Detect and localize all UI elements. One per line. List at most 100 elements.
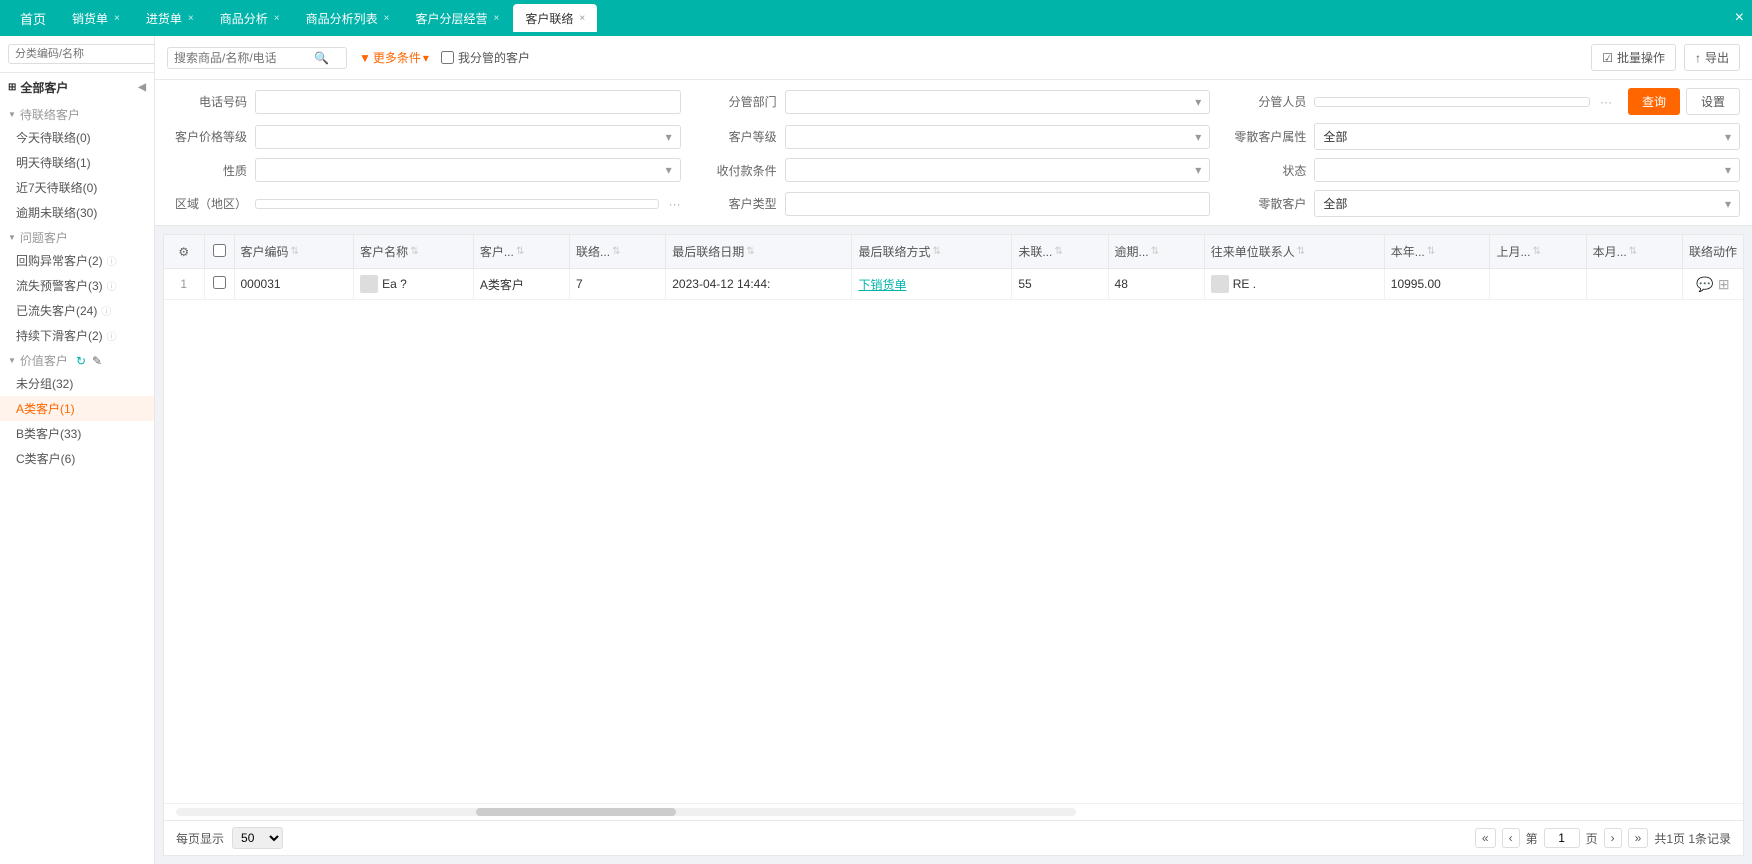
cell-check[interactable] xyxy=(204,269,234,300)
th-current-month[interactable]: 本月... ⇅ xyxy=(1586,235,1682,269)
filter-select-customer-tier[interactable]: ▾ xyxy=(785,125,1211,149)
filter-label-price-tier: 客户价格等级 xyxy=(167,128,247,145)
th-contact-count[interactable]: 联络... ⇅ xyxy=(570,235,666,269)
filter-input-customer-type[interactable] xyxy=(785,192,1211,216)
sidebar-item-7day-pending[interactable]: 近7天待联络(0) xyxy=(0,175,154,200)
th-current-year-label: 本年... xyxy=(1391,243,1425,260)
th-checkbox[interactable] xyxy=(204,235,234,269)
qr-icon[interactable]: ⊞ xyxy=(1718,276,1730,293)
th-name[interactable]: 客户名称 ⇅ xyxy=(354,235,474,269)
page-number-input[interactable] xyxy=(1544,828,1580,848)
chat-icon[interactable]: 💬 xyxy=(1696,276,1713,293)
filter-label-status: 状态 xyxy=(1226,162,1306,179)
filter-row-retail-customer: 零散客户 全部 ▾ xyxy=(1226,190,1740,217)
row-checkbox[interactable] xyxy=(213,276,226,289)
batch-operation-button[interactable]: ☑ 批量操作 xyxy=(1591,44,1676,71)
th-gear[interactable]: ⚙ xyxy=(164,235,204,269)
nav-tab-sales[interactable]: 销货单 × xyxy=(60,4,132,32)
sidebar-item-c-class[interactable]: C类客户(6) xyxy=(0,446,154,471)
edit-group-icon[interactable]: ✎ xyxy=(92,354,102,368)
filter-select-price-tier[interactable]: ▾ xyxy=(255,125,681,149)
sidebar-item-churned[interactable]: 已流失客户(24) ⓘ xyxy=(0,298,154,323)
nav-tab-customer-tier-label: 客户分层经营 xyxy=(415,10,487,27)
filter-search-icon[interactable]: 🔍 xyxy=(314,51,329,65)
chevron-down-icon3: ▾ xyxy=(1195,130,1201,144)
prev-page-button[interactable]: ‹ xyxy=(1502,828,1520,848)
nav-close-all-button[interactable]: × xyxy=(1735,9,1744,27)
sidebar-search-input[interactable] xyxy=(8,44,155,64)
cell-last-contact-method[interactable]: 下销货单 xyxy=(852,269,1012,300)
sidebar-item-repurchase-abnormal[interactable]: 回购异常客户(2) ⓘ xyxy=(0,248,154,273)
cell-contact-count: 7 xyxy=(570,269,666,300)
th-contact-person[interactable]: 往来单位联系人 ⇅ xyxy=(1204,235,1384,269)
scrollbar-area[interactable] xyxy=(164,803,1743,820)
th-code[interactable]: 客户编码 ⇅ xyxy=(234,235,354,269)
sidebar-item-b-class[interactable]: B类客户(33) xyxy=(0,421,154,446)
per-page-select[interactable]: 50 100 200 xyxy=(232,827,283,849)
row-last-contact-method-link[interactable]: 下销货单 xyxy=(858,278,906,292)
nav-tab-product-analysis[interactable]: 商品分析 × xyxy=(208,4,292,32)
info-icon-churned: ⓘ xyxy=(101,303,111,318)
sidebar-item-declining[interactable]: 持续下滑客户(2) ⓘ xyxy=(0,323,154,348)
filter-label-phone: 电话号码 xyxy=(167,93,247,110)
th-actions: 联络动作 xyxy=(1682,235,1743,269)
export-button[interactable]: ↑ 导出 xyxy=(1684,44,1740,71)
select-all-checkbox[interactable] xyxy=(213,244,226,257)
filter-select-payment[interactable]: ▾ xyxy=(785,158,1211,182)
refresh-icon[interactable]: ↻ xyxy=(76,354,86,368)
nav-home-tab[interactable]: 首页 xyxy=(8,9,58,28)
last-page-button[interactable]: » xyxy=(1628,828,1649,848)
filter-search-input[interactable] xyxy=(174,51,314,65)
nav-tab-customer-tier[interactable]: 客户分层经营 × xyxy=(403,4,511,32)
horizontal-scrollbar-track[interactable] xyxy=(176,808,1076,816)
nav-tab-product-analysis-close[interactable]: × xyxy=(274,13,280,24)
my-customer-checkbox[interactable] xyxy=(441,51,454,64)
nav-tab-sales-close[interactable]: × xyxy=(114,13,120,24)
th-last-contact-method[interactable]: 最后联络方式 ⇅ xyxy=(852,235,1012,269)
th-last-month[interactable]: 上月... ⇅ xyxy=(1490,235,1586,269)
nav-tab-product-analysis-list[interactable]: 商品分析列表 × xyxy=(294,4,402,32)
sidebar-item-tomorrow-pending[interactable]: 明天待联络(1) xyxy=(0,150,154,175)
th-overdue-label: 逾期... xyxy=(1115,243,1149,260)
more-filter-button[interactable]: ▼ 更多条件 ▾ xyxy=(359,49,429,66)
sidebar-item-today-pending-label: 今天待联络(0) xyxy=(16,129,91,146)
filter-dots-region[interactable]: ··· xyxy=(669,197,681,211)
filter-select-retail-customer[interactable]: 全部 ▾ xyxy=(1314,190,1740,217)
nav-tab-customer-tier-close[interactable]: × xyxy=(493,13,499,24)
nav-tab-customer-contact[interactable]: 客户联络 × xyxy=(513,4,597,32)
filter-select-region[interactable] xyxy=(255,199,659,209)
filter-select-nature[interactable]: ▾ xyxy=(255,158,681,182)
customer-table: ⚙ 客户编码 ⇅ xyxy=(164,235,1743,300)
sidebar-item-today-pending[interactable]: 今天待联络(0) xyxy=(0,125,154,150)
filter-select-dept[interactable]: ▾ xyxy=(785,90,1211,114)
horizontal-scrollbar-thumb[interactable] xyxy=(476,808,676,816)
nav-tab-customer-contact-close[interactable]: × xyxy=(579,13,585,24)
sidebar-item-unclassified[interactable]: 未分组(32) xyxy=(0,371,154,396)
th-current-year[interactable]: 本年... ⇅ xyxy=(1384,235,1490,269)
nav-tab-purchase[interactable]: 进货单 × xyxy=(134,4,206,32)
sidebar-collapse-button[interactable]: ◀ xyxy=(138,82,146,93)
gear-icon[interactable]: ⚙ xyxy=(178,245,189,259)
th-not-contacted[interactable]: 未联... ⇅ xyxy=(1012,235,1108,269)
sidebar-all-customers-header[interactable]: ⊞ 全部客户 ◀ xyxy=(0,73,154,102)
filter-select-manager[interactable] xyxy=(1314,97,1590,107)
settings-button[interactable]: 设置 xyxy=(1686,88,1740,115)
nav-tab-product-analysis-list-close[interactable]: × xyxy=(384,13,390,24)
filter-select-status[interactable]: ▾ xyxy=(1314,158,1740,182)
filter-bar: 🔍 ▼ 更多条件 ▾ 我分管的客户 ☑ 批量操作 ↑ 导出 xyxy=(155,36,1752,80)
query-button[interactable]: 查询 xyxy=(1628,88,1680,115)
next-page-button[interactable]: › xyxy=(1604,828,1622,848)
sidebar-item-a-class[interactable]: A类客户(1) xyxy=(0,396,154,421)
first-page-button[interactable]: « xyxy=(1475,828,1496,848)
th-level[interactable]: 客户... ⇅ xyxy=(473,235,569,269)
sidebar-item-overdue-pending[interactable]: 逾期未联络(30) xyxy=(0,200,154,225)
my-customer-checkbox-area[interactable]: 我分管的客户 xyxy=(441,49,530,66)
table-scroll-area[interactable]: ⚙ 客户编码 ⇅ xyxy=(164,235,1743,803)
filter-select-retail-attr[interactable]: 全部 ▾ xyxy=(1314,123,1740,150)
nav-tab-purchase-close[interactable]: × xyxy=(188,13,194,24)
th-last-contact-date[interactable]: 最后联络日期 ⇅ xyxy=(666,235,852,269)
filter-dots-manager[interactable]: ··· xyxy=(1600,95,1612,109)
filter-input-phone[interactable] xyxy=(255,90,681,114)
sidebar-item-churn-warning[interactable]: 流失预警客户(3) ⓘ xyxy=(0,273,154,298)
th-overdue[interactable]: 逾期... ⇅ xyxy=(1108,235,1204,269)
